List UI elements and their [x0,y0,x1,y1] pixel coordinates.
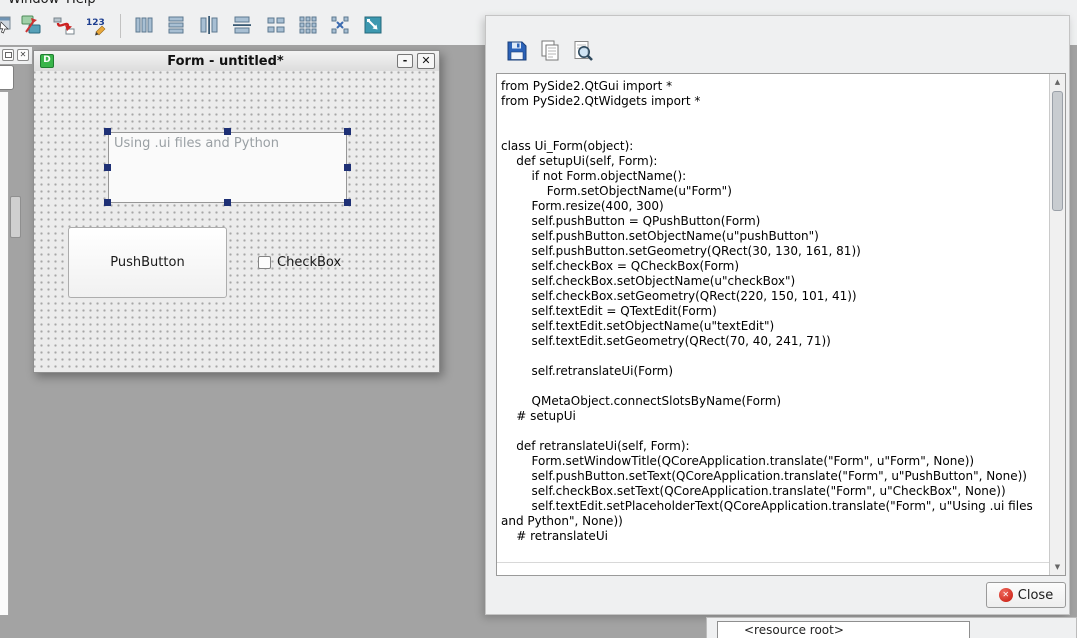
close-circle-icon: ✕ [999,588,1013,602]
selection-handle-top-right[interactable] [344,128,351,135]
form-window-icon: D [40,54,54,68]
selection-handle-bottom-mid[interactable] [224,199,231,206]
toolbar-separator [120,14,121,38]
selection-handle-mid-right[interactable] [344,164,351,171]
menubar: Window Help [0,0,400,8]
copy-icon[interactable] [537,38,563,64]
form-window-titlebar[interactable]: D Form - untitled* - ✕ [34,51,439,72]
lay-out-horizontally-icon[interactable] [132,13,156,37]
lay-out-horizontally-in-splitter-icon[interactable] [197,13,221,37]
selection-handle-bottom-left[interactable] [104,199,111,206]
find-icon[interactable] [570,38,596,64]
selection-handle-top-left[interactable] [104,128,111,135]
lay-out-in-grid-icon[interactable] [296,13,320,37]
edit-buddies-icon[interactable] [52,13,76,37]
code-view[interactable]: from PySide2.QtGui import * from PySide2… [496,73,1066,576]
resource-root-item[interactable]: <resource root> [718,622,969,637]
close-button[interactable]: ✕ [417,53,435,69]
adjust-size-icon[interactable] [361,13,385,37]
edit-widgets-icon[interactable] [0,13,15,37]
form-canvas[interactable]: PushButton CheckBox [34,71,439,372]
break-layout-icon[interactable] [328,13,352,37]
lay-out-vertically-icon[interactable] [164,13,188,37]
edit-tab-order-icon[interactable]: 123 [84,13,108,37]
menu-window[interactable]: Window [8,0,59,8]
code-vertical-scrollbar[interactable]: ▲ ▼ [1049,74,1065,575]
menu-help[interactable]: Help [66,0,96,8]
generated-python-code: from PySide2.QtGui import * from PySide2… [497,74,1049,549]
edit-signals-slots-icon[interactable] [19,13,43,37]
resource-dialog-fragment: <resource root> [706,617,1077,638]
viewport-bottom-line [497,562,1049,563]
form-window-title: Form - untitled* [54,54,397,69]
dock-titlebar-fragment: ✕ [0,47,32,64]
checkbox-label: CheckBox [277,255,341,270]
widgetbox-panel-edge [0,92,9,615]
selection-handle-bottom-right[interactable] [344,199,351,206]
checkbox-indicator-icon[interactable] [258,256,271,269]
selection-handle-top-mid[interactable] [224,128,231,135]
minimize-button[interactable]: - [397,54,413,68]
dock-close-icon[interactable]: ✕ [17,49,29,61]
code-preview-dialog: from PySide2.QtGui import * from PySide2… [485,15,1070,615]
scroll-down-icon[interactable]: ▼ [1050,559,1065,575]
textedit-widget[interactable] [108,132,347,203]
dock-float-icon[interactable] [2,49,14,61]
lay-out-vertically-in-splitter-icon[interactable] [230,13,254,37]
save-icon[interactable] [504,38,530,64]
panel-scrollbar-thumb[interactable] [10,196,21,238]
filter-input-fragment[interactable] [0,65,14,90]
close-button-label: Close [1018,588,1053,603]
scrollbar-thumb[interactable] [1052,91,1063,211]
resource-tree[interactable]: <resource root> [717,621,970,638]
selection-handle-mid-left[interactable] [104,164,111,171]
pushbutton-widget[interactable]: PushButton [68,227,227,298]
qt-designer-screen: Window Help 123 [0,0,1077,638]
dialog-close-button[interactable]: ✕ Close [986,582,1066,608]
scroll-up-icon[interactable]: ▲ [1050,74,1065,90]
lay-out-in-form-layout-icon[interactable] [264,13,288,37]
form-designer-window: D Form - untitled* - ✕ PushButton CheckB… [33,50,440,373]
checkbox-widget[interactable]: CheckBox [258,255,341,270]
